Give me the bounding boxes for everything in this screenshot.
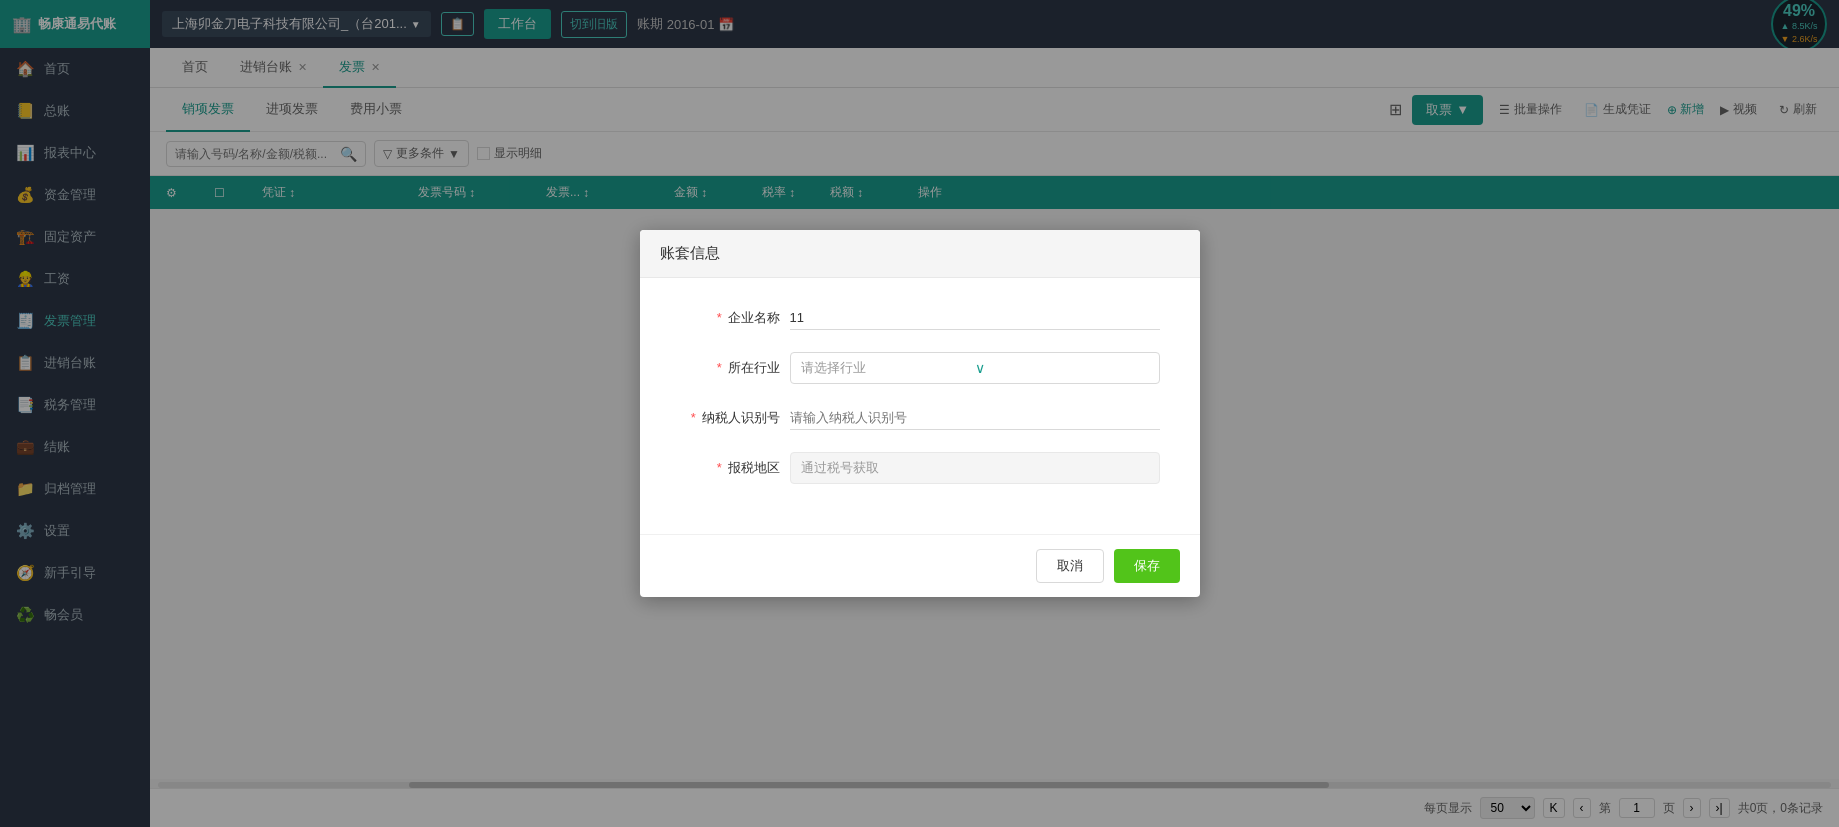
company-name-label: * 企业名称 [680, 309, 790, 327]
tax-id-input[interactable] [790, 406, 1160, 430]
modal-title: 账套信息 [640, 230, 1200, 278]
save-button[interactable]: 保存 [1114, 549, 1180, 583]
modal-overlay[interactable]: 账套信息 * 企业名称 * 所在行业 请选择行业 ∨ [0, 0, 1839, 827]
required-mark: * [717, 460, 722, 475]
cancel-button[interactable]: 取消 [1036, 549, 1104, 583]
chevron-down-icon: ∨ [975, 360, 1149, 376]
industry-label: * 所在行业 [680, 359, 790, 377]
form-row-tax-id: * 纳税人识别号 [680, 406, 1160, 430]
modal-footer: 取消 保存 [640, 534, 1200, 597]
tax-region-field: 通过税号获取 [790, 452, 1160, 484]
tax-id-label: * 纳税人识别号 [680, 409, 790, 427]
required-mark: * [717, 360, 722, 375]
industry-placeholder: 请选择行业 [801, 359, 975, 377]
required-mark: * [691, 410, 696, 425]
form-row-tax-region: * 报税地区 通过税号获取 [680, 452, 1160, 484]
modal-body: * 企业名称 * 所在行业 请选择行业 ∨ * [640, 278, 1200, 534]
account-info-modal: 账套信息 * 企业名称 * 所在行业 请选择行业 ∨ [640, 230, 1200, 597]
tax-region-placeholder: 通过税号获取 [801, 460, 879, 475]
form-row-industry: * 所在行业 请选择行业 ∨ [680, 352, 1160, 384]
form-row-company-name: * 企业名称 [680, 306, 1160, 330]
required-mark: * [717, 310, 722, 325]
tax-region-label: * 报税地区 [680, 459, 790, 477]
industry-select[interactable]: 请选择行业 ∨ [790, 352, 1160, 384]
company-name-input[interactable] [790, 306, 1160, 330]
